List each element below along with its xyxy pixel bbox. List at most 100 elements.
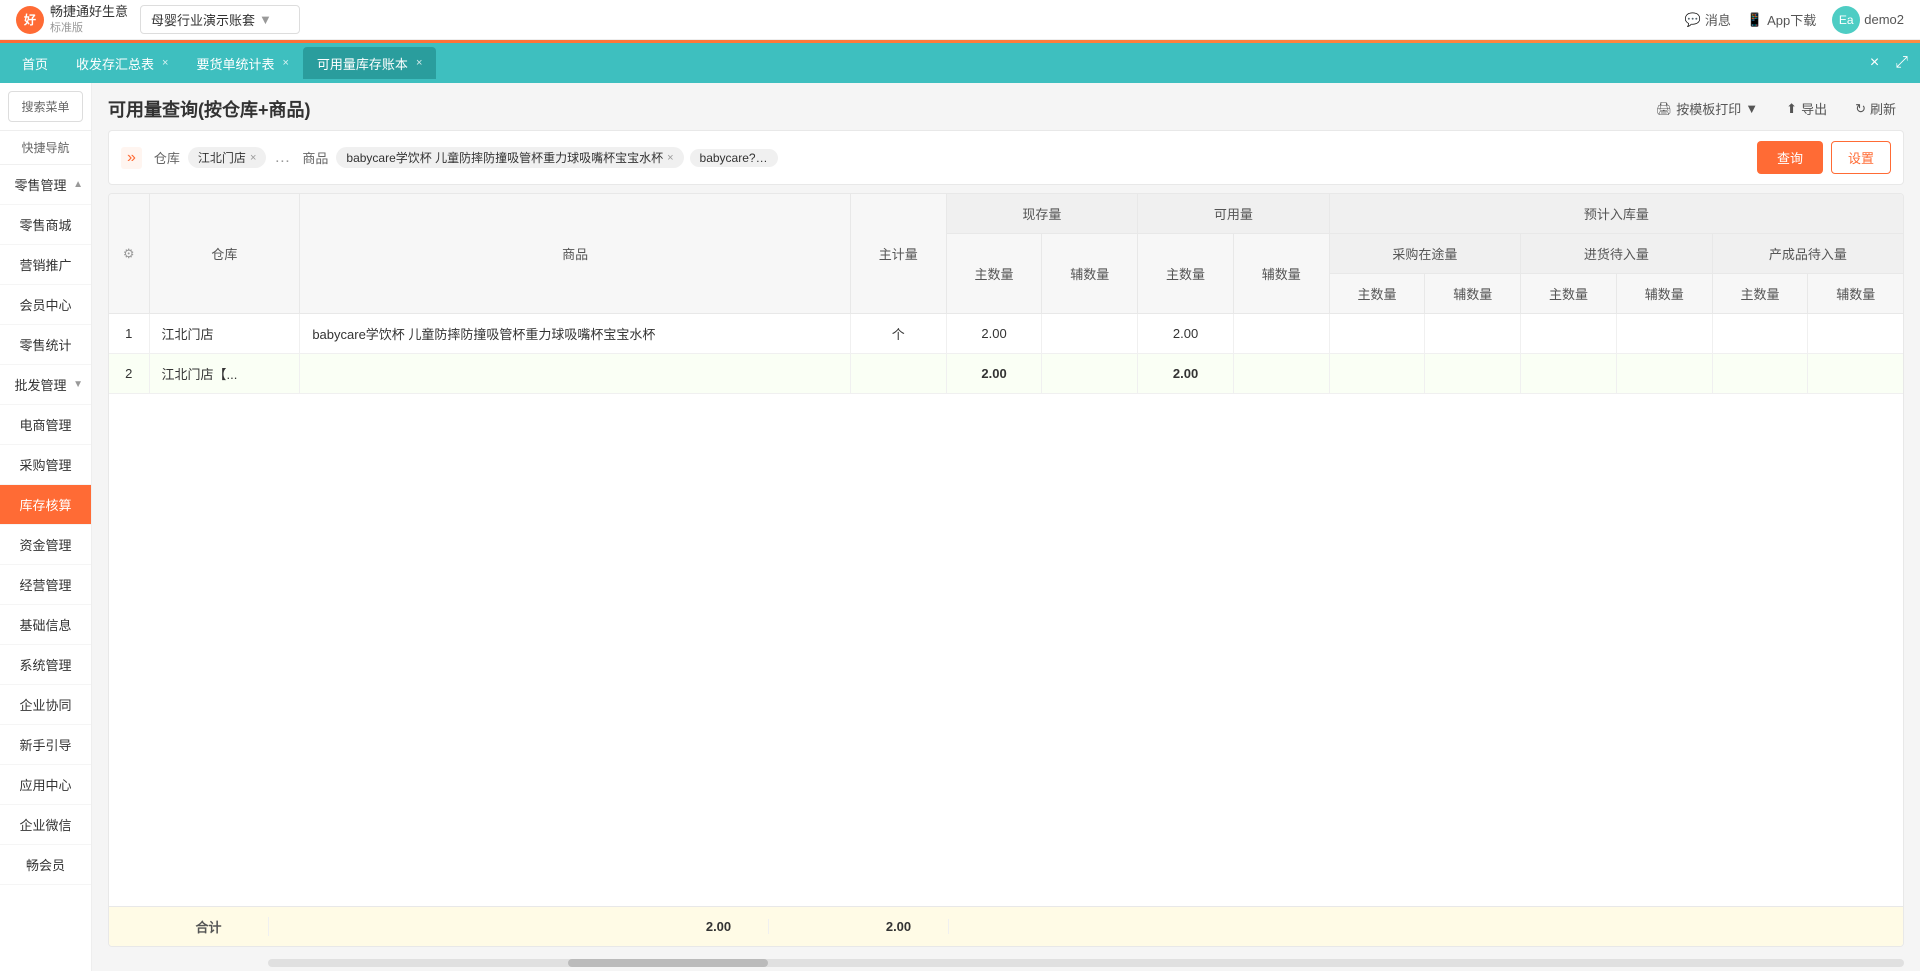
scroll-thumb[interactable]	[568, 959, 768, 967]
quick-nav-button[interactable]: 快捷导航	[0, 131, 91, 165]
sidebar-item-newbie[interactable]: 新手引导	[0, 725, 91, 765]
th-settings: ⚙	[109, 194, 149, 314]
tab-order-stats[interactable]: 要货单统计表 ×	[182, 47, 302, 79]
table-footer: 合计 2.00 2.00	[109, 906, 1903, 946]
scroll-bar-area	[92, 955, 1920, 971]
inventory-table: ⚙ 仓库 商品 主计量 现存量 可用量 预计入库量 主数量 辅数量	[109, 194, 1903, 394]
tab-available-inventory[interactable]: 可用量库存账本 ×	[303, 47, 436, 79]
sidebar-item-ecommerce[interactable]: 电商管理	[0, 405, 91, 445]
warehouse-tag-remove-icon[interactable]: ×	[250, 152, 256, 164]
chevron-down-icon: ▼	[259, 12, 272, 27]
avatar: Ea	[1832, 6, 1860, 34]
print-icon: 🖨	[1656, 101, 1673, 117]
row1-avail-aux	[1233, 314, 1329, 354]
template-print-label: 按模板打印	[1676, 99, 1741, 118]
row1-stock-aux	[1042, 314, 1138, 354]
sidebar-item-wholesale-mgmt[interactable]: 批发管理 ▼	[0, 365, 91, 405]
horizontal-scrollbar[interactable]	[268, 959, 1904, 967]
sidebar-item-retail-stats[interactable]: 零售统计	[0, 325, 91, 365]
tab-receive-send-close[interactable]: ×	[162, 57, 168, 69]
sidebar-item-inventory-label: 库存核算	[8, 495, 83, 514]
row2-product	[300, 354, 851, 394]
sidebar: 搜索菜单 快捷导航 零售管理 ▲ 零售商城 营销推广 会员中心 零售统计 批发管…	[0, 83, 92, 971]
top-bar-right: 💬 消息 📱 App下载 Ea demo2	[1685, 6, 1904, 34]
sidebar-item-enterprise-wechat[interactable]: 企业微信	[0, 805, 91, 845]
tab-available-inventory-close[interactable]: ×	[416, 57, 422, 69]
main-layout: 搜索菜单 快捷导航 零售管理 ▲ 零售商城 营销推广 会员中心 零售统计 批发管…	[0, 83, 1920, 971]
table-wrapper: ⚙ 仓库 商品 主计量 现存量 可用量 预计入库量 主数量 辅数量	[108, 193, 1904, 947]
th-inc-main: 主数量	[1521, 274, 1617, 314]
sidebar-item-marketing[interactable]: 营销推广	[0, 245, 91, 285]
logo-area: 好 畅捷通好生意 标准版	[16, 4, 128, 36]
sidebar-item-newbie-label: 新手引导	[8, 735, 83, 754]
settings-button[interactable]: 设置	[1831, 141, 1891, 174]
top-bar: 好 畅捷通好生意 标准版 母婴行业演示账套 ▼ 💬 消息 📱 App下载 Ea …	[0, 0, 1920, 40]
sidebar-item-enterprise-label: 企业协同	[8, 695, 83, 714]
sidebar-item-finance[interactable]: 资金管理	[0, 525, 91, 565]
sidebar-item-purchase[interactable]: 采购管理	[0, 445, 91, 485]
logo-text-block: 畅捷通好生意 标准版	[50, 4, 128, 36]
sidebar-item-member-center[interactable]: 会员中心	[0, 285, 91, 325]
product-tag-babycare2[interactable]: babycare?…	[690, 149, 778, 167]
sidebar-item-retail-mgmt[interactable]: 零售管理 ▲	[0, 165, 91, 205]
product-tag-babycare[interactable]: babycare学饮杯 儿童防摔防撞吸管杯重力球吸嘴杯宝宝水杯 ×	[336, 147, 683, 168]
refresh-icon: ↻	[1855, 101, 1866, 117]
product-filter-group: 商品 babycare学饮杯 儿童防摔防撞吸管杯重力球吸嘴杯宝宝水杯 × bab…	[302, 147, 777, 168]
tab-order-stats-label: 要货单统计表	[196, 54, 274, 73]
export-button[interactable]: ⬆ 导出	[1778, 95, 1835, 122]
sidebar-item-basic-info[interactable]: 基础信息	[0, 605, 91, 645]
th-purchase-transit: 采购在途量	[1329, 234, 1521, 274]
row1-avail-main: 2.00	[1138, 314, 1234, 354]
sidebar-item-member[interactable]: 畅会员	[0, 845, 91, 885]
th-available: 可用量	[1138, 194, 1330, 234]
sidebar-item-inventory[interactable]: 库存核算	[0, 485, 91, 525]
product-filter-tags: babycare学饮杯 儿童防摔防撞吸管杯重力球吸嘴杯宝宝水杯 × babyca…	[336, 147, 777, 168]
product-filter-label: 商品	[302, 148, 328, 167]
search-menu-button[interactable]: 搜索菜单	[8, 91, 83, 122]
sidebar-item-system-label: 系统管理	[8, 655, 83, 674]
product-tag-label: babycare学饮杯 儿童防摔防撞吸管杯重力球吸嘴杯宝宝水杯	[346, 149, 663, 166]
sidebar-item-business-mgmt-label: 经营管理	[8, 575, 83, 594]
sidebar-item-enterprise-wechat-label: 企业微信	[8, 815, 83, 834]
sidebar-item-app-center[interactable]: 应用中心	[0, 765, 91, 805]
row2-pur-aux	[1425, 354, 1521, 394]
sidebar-item-retail-mall[interactable]: 零售商城	[0, 205, 91, 245]
settings-icon[interactable]: ⚙	[123, 246, 135, 261]
th-current-stock: 现存量	[946, 194, 1138, 234]
tab-home[interactable]: 首页	[8, 47, 62, 79]
row1-prod-main	[1712, 314, 1808, 354]
row1-no: 1	[109, 314, 149, 354]
top-bar-left: 好 畅捷通好生意 标准版 母婴行业演示账套 ▼	[16, 4, 300, 36]
row2-stock-aux	[1042, 354, 1138, 394]
message-label: 消息	[1705, 10, 1731, 29]
expand-button[interactable]: ⤢	[1891, 50, 1912, 76]
user-menu[interactable]: Ea demo2	[1832, 6, 1904, 34]
user-name: demo2	[1864, 12, 1904, 27]
tab-order-stats-close[interactable]: ×	[282, 57, 288, 69]
warehouse-more-icon[interactable]: …	[274, 149, 290, 167]
sidebar-item-business-mgmt[interactable]: 经营管理	[0, 565, 91, 605]
query-button[interactable]: 查询	[1757, 141, 1823, 174]
th-production: 产成品待入量	[1712, 234, 1903, 274]
sidebar-item-member-center-label: 会员中心	[8, 295, 83, 314]
sidebar-item-system[interactable]: 系统管理	[0, 645, 91, 685]
close-tab-button[interactable]: ×	[1866, 50, 1883, 76]
app-download-button[interactable]: 📱 App下载	[1747, 10, 1816, 29]
row1-pur-main	[1329, 314, 1425, 354]
store-selector[interactable]: 母婴行业演示账套 ▼	[140, 5, 300, 34]
sidebar-item-enterprise[interactable]: 企业协同	[0, 685, 91, 725]
row1-inc-main	[1521, 314, 1617, 354]
refresh-button[interactable]: ↻ 刷新	[1847, 95, 1904, 122]
product-tag-remove-icon[interactable]: ×	[667, 152, 673, 164]
refresh-label: 刷新	[1870, 99, 1896, 118]
row2-prod-main	[1712, 354, 1808, 394]
row1-unit: 个	[850, 314, 946, 354]
sidebar-item-retail-stats-label: 零售统计	[8, 335, 83, 354]
message-button[interactable]: 💬 消息	[1685, 10, 1731, 29]
table-scroll[interactable]: ⚙ 仓库 商品 主计量 现存量 可用量 预计入库量 主数量 辅数量	[109, 194, 1903, 906]
warehouse-filter-label: 仓库	[154, 148, 180, 167]
filter-toggle-button[interactable]: »	[121, 147, 142, 169]
tab-receive-send[interactable]: 收发存汇总表 ×	[62, 47, 182, 79]
warehouse-tag-jiangbei[interactable]: 江北门店 ×	[188, 147, 266, 168]
template-print-button[interactable]: 🖨 按模板打印 ▼	[1648, 95, 1766, 122]
